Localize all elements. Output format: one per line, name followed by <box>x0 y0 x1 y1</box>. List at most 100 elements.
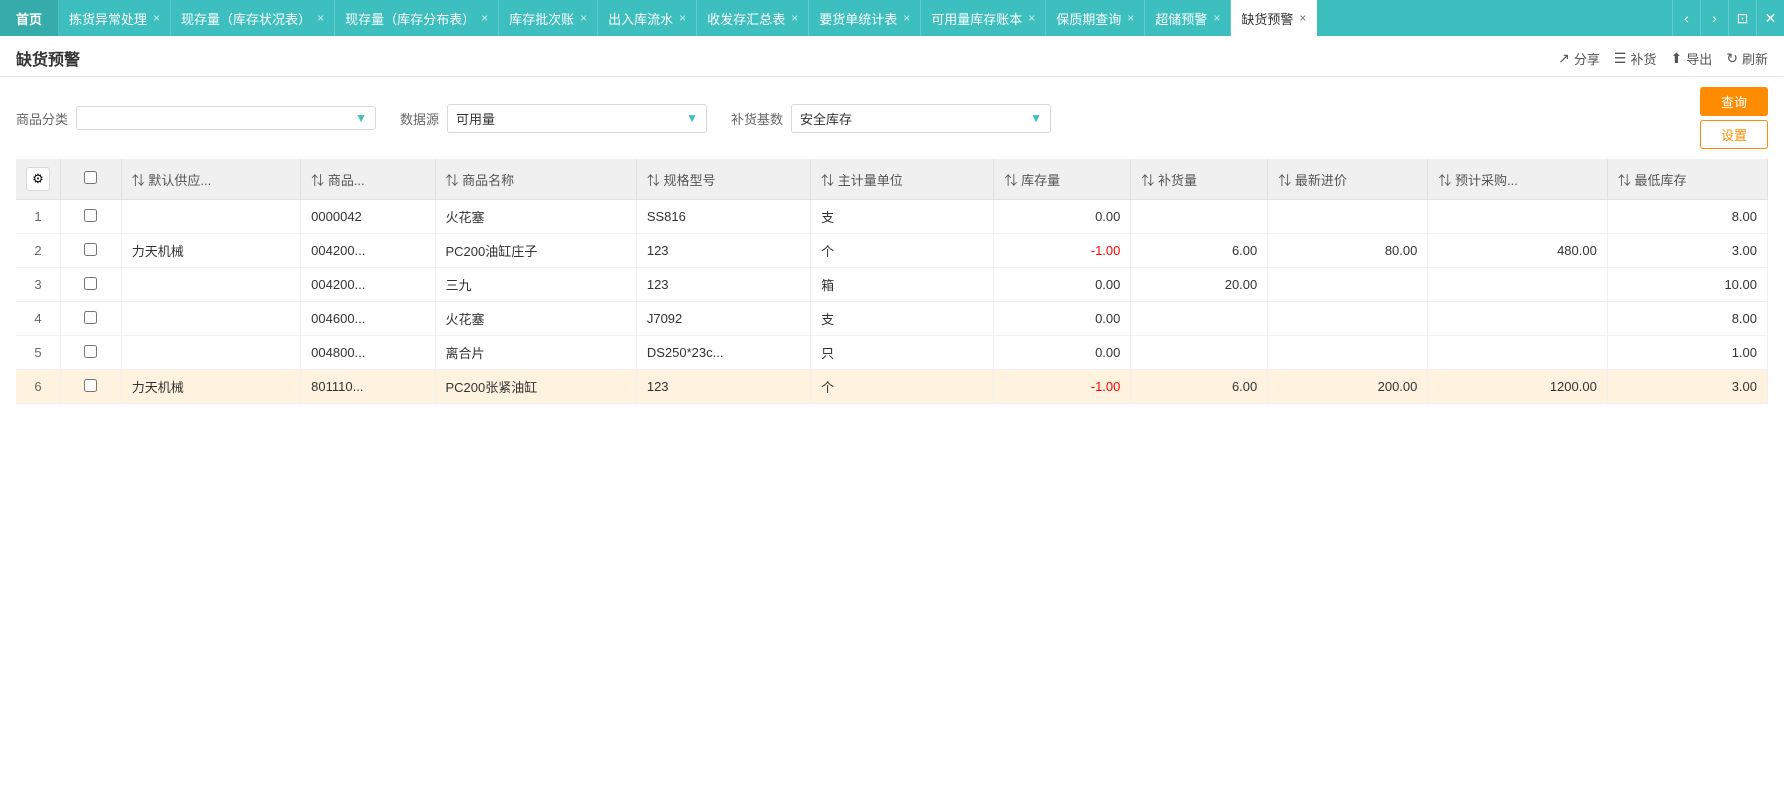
row-checkbox-5[interactable] <box>61 336 122 370</box>
col-min-stock[interactable]: ⇅ 最低库存 <box>1607 159 1767 200</box>
col-latest-price[interactable]: ⇅ 最新进价 <box>1268 159 1428 200</box>
cell-est-purchase-2: 480.00 <box>1428 234 1607 268</box>
cell-unit-6: 个 <box>811 370 994 404</box>
row-select-6[interactable] <box>84 379 97 392</box>
tab-req-stats[interactable]: 要货单统计表 × <box>809 0 921 36</box>
col-stock-qty[interactable]: ⇅ 库存量 <box>994 159 1131 200</box>
datasource-select[interactable]: 可用量 ▼ <box>447 104 707 133</box>
settings-button[interactable]: 设置 <box>1700 120 1768 149</box>
share-button[interactable]: ↗ 分享 <box>1558 49 1600 68</box>
datasource-select-value: 可用量 <box>456 109 495 128</box>
row-num-6: 6 <box>16 370 61 404</box>
col-settings[interactable]: ⚙ <box>16 159 61 200</box>
tab-close-all-btn[interactable]: ✕ <box>1756 0 1784 36</box>
tab-stock-batch[interactable]: 库存批次账 × <box>499 0 598 36</box>
cell-replenish-qty-4 <box>1131 302 1268 336</box>
col-default-supplier[interactable]: ⇅ 默认供应... <box>121 159 300 200</box>
tab-next-btn[interactable]: › <box>1700 0 1728 36</box>
tab-stock-dist[interactable]: 现存量（库存分布表） × <box>335 0 499 36</box>
export-label: 导出 <box>1686 49 1712 68</box>
tab-overstock[interactable]: 超储预警 × <box>1145 0 1231 36</box>
table-row: 6 力天机械 801110... PC200张紧油缸 123 个 -1.00 6… <box>16 370 1768 404</box>
tab-expiry-close[interactable]: × <box>1127 11 1134 25</box>
col-replenish-qty[interactable]: ⇅ 补货量 <box>1131 159 1268 200</box>
cell-product-name-1: 火花塞 <box>435 200 636 234</box>
tab-shortage-close[interactable]: × <box>1299 11 1306 25</box>
col-product-name[interactable]: ⇅ 商品名称 <box>435 159 636 200</box>
tab-avail-stock-close[interactable]: × <box>1028 11 1035 25</box>
table-row: 1 0000042 火花塞 SS816 支 0.00 8.00 <box>16 200 1768 234</box>
cell-unit-2: 个 <box>811 234 994 268</box>
row-select-1[interactable] <box>84 209 97 222</box>
cell-supplier-2: 力天机械 <box>121 234 300 268</box>
col-product-code[interactable]: ⇅ 商品... <box>301 159 435 200</box>
tab-inout-flow-close[interactable]: × <box>679 11 686 25</box>
tab-stock-status[interactable]: 现存量（库存状况表） × <box>171 0 335 36</box>
cell-supplier-5 <box>121 336 300 370</box>
tab-nav-buttons: ‹ › ⊡ ✕ <box>1672 0 1784 36</box>
col-spec[interactable]: ⇅ 规格型号 <box>636 159 810 200</box>
cell-product-name-6: PC200张紧油缸 <box>435 370 636 404</box>
row-select-5[interactable] <box>84 345 97 358</box>
row-checkbox-1[interactable] <box>61 200 122 234</box>
tab-req-stats-close[interactable]: × <box>903 11 910 25</box>
refresh-label: 刷新 <box>1742 49 1768 68</box>
tab-recv-send[interactable]: 收发存汇总表 × <box>697 0 809 36</box>
col-checkbox-header[interactable] <box>61 159 122 200</box>
table-row: 4 004600... 火花塞 J7092 支 0.00 8.00 <box>16 302 1768 336</box>
query-button[interactable]: 查询 <box>1700 87 1768 116</box>
row-num-4: 4 <box>16 302 61 336</box>
tab-recv-send-close[interactable]: × <box>791 11 798 25</box>
cell-supplier-1 <box>121 200 300 234</box>
row-select-2[interactable] <box>84 243 97 256</box>
filter-replenish-label: 补货基数 <box>731 109 783 128</box>
tab-expiry[interactable]: 保质期查询 × <box>1046 0 1145 36</box>
tab-bar: 首页 拣货异常处理 × 现存量（库存状况表） × 现存量（库存分布表） × 库存… <box>0 0 1784 36</box>
column-settings-btn[interactable]: ⚙ <box>26 167 50 191</box>
filter-row: 商品分类 ▼ 数据源 可用量 ▼ 补货基数 安全库存 ▼ 查询 设置 <box>0 77 1784 159</box>
tab-restore-btn[interactable]: ⊡ <box>1728 0 1756 36</box>
tab-stock-dist-close[interactable]: × <box>481 11 488 25</box>
tab-home[interactable]: 首页 <box>0 0 59 36</box>
tab-inout-flow[interactable]: 出入库流水 × <box>598 0 697 36</box>
table-container: ⚙ ⇅ 默认供应... ⇅ 商品... ⇅ 商品名称 <box>0 159 1784 404</box>
tab-avail-stock[interactable]: 可用量库存账本 × <box>921 0 1046 36</box>
cell-est-purchase-5 <box>1428 336 1607 370</box>
cell-stock-qty-4: 0.00 <box>994 302 1131 336</box>
refresh-button[interactable]: ↻ 刷新 <box>1726 49 1768 68</box>
tab-prev-btn[interactable]: ‹ <box>1672 0 1700 36</box>
share-icon: ↗ <box>1558 50 1570 67</box>
replenish-button[interactable]: ☰ 补货 <box>1614 49 1657 68</box>
row-num-3: 3 <box>16 268 61 302</box>
tab-stock-status-close[interactable]: × <box>317 11 324 25</box>
tab-stock-abnormal-close[interactable]: × <box>153 11 160 25</box>
cell-replenish-qty-2: 6.00 <box>1131 234 1268 268</box>
row-select-4[interactable] <box>84 311 97 324</box>
cell-unit-1: 支 <box>811 200 994 234</box>
export-button[interactable]: ⬆ 导出 <box>1671 49 1713 68</box>
category-select[interactable]: ▼ <box>76 106 376 130</box>
select-all-checkbox[interactable] <box>84 171 97 184</box>
row-checkbox-3[interactable] <box>61 268 122 302</box>
row-checkbox-6[interactable] <box>61 370 122 404</box>
tab-stock-abnormal[interactable]: 拣货异常处理 × <box>59 0 171 36</box>
row-select-3[interactable] <box>84 277 97 290</box>
tab-overstock-close[interactable]: × <box>1213 11 1220 25</box>
row-checkbox-4[interactable] <box>61 302 122 336</box>
row-num-5: 5 <box>16 336 61 370</box>
tab-shortage[interactable]: 缺货预警 × <box>1231 0 1317 36</box>
replenish-basis-select[interactable]: 安全库存 ▼ <box>791 104 1051 133</box>
col-unit[interactable]: ⇅ 主计量单位 <box>811 159 994 200</box>
tab-home-label: 首页 <box>16 9 42 28</box>
col-est-purchase-sort: ⇅ <box>1438 173 1451 188</box>
col-est-purchase[interactable]: ⇅ 预计采购... <box>1428 159 1607 200</box>
tab-stock-batch-close[interactable]: × <box>580 11 587 25</box>
row-checkbox-2[interactable] <box>61 234 122 268</box>
cell-replenish-qty-5 <box>1131 336 1268 370</box>
cell-replenish-qty-1 <box>1131 200 1268 234</box>
replenish-basis-value: 安全库存 <box>800 109 852 128</box>
cell-spec-5: DS250*23c... <box>636 336 810 370</box>
cell-stock-qty-2: -1.00 <box>994 234 1131 268</box>
col-replenish-qty-sort: ⇅ <box>1141 173 1154 188</box>
share-label: 分享 <box>1574 49 1600 68</box>
